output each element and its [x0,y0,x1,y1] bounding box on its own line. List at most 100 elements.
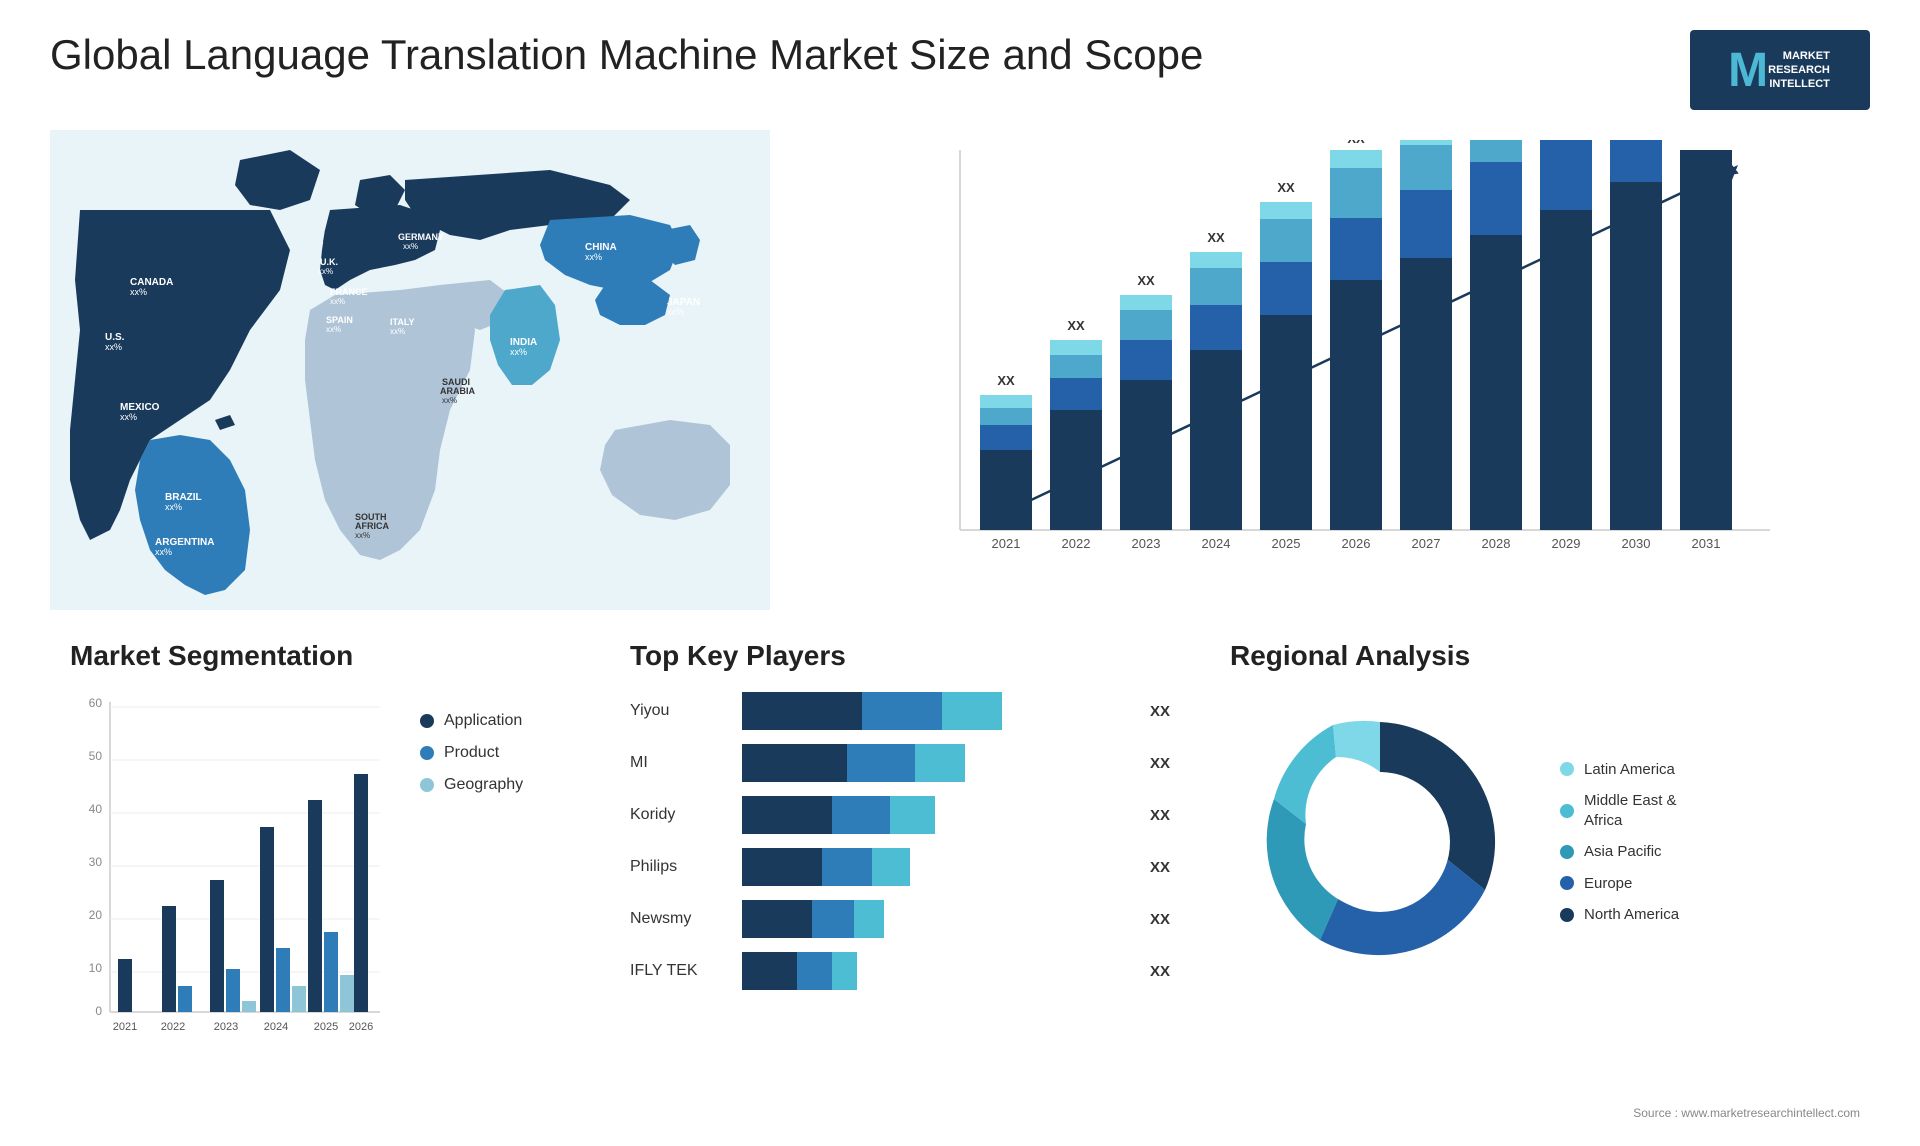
content-row2: Market Segmentation 60 50 40 30 20 10 0 [50,630,1870,1130]
map-section: CANADA xx% U.S. xx% MEXICO xx% BRAZIL xx… [50,130,770,610]
player-value-yiyou: XX [1150,703,1170,720]
svg-text:xx%: xx% [390,327,405,336]
content-row1: CANADA xx% U.S. xx% MEXICO xx% BRAZIL xx… [50,130,1870,610]
svg-text:2030: 2030 [1622,536,1651,551]
svg-text:0: 0 [95,1004,102,1018]
middle-east-dot [1560,804,1574,818]
svg-text:FRANCE: FRANCE [330,287,368,297]
svg-text:xx%: xx% [330,297,345,306]
player-value-philips: XX [1150,859,1170,876]
player-row-newsmy: Newsmy XX [630,900,1170,938]
svg-text:U.K.: U.K. [320,257,338,267]
player-bar-mi [742,744,1130,782]
reg-legend-north-america: North America [1560,905,1679,925]
svg-text:2023: 2023 [1132,536,1161,551]
segment-latin-america [1333,721,1380,772]
geography-label: Geography [444,776,523,794]
product-label: Product [444,744,499,762]
europe-dot [1560,876,1574,890]
svg-text:40: 40 [89,802,103,816]
svg-text:xx%: xx% [585,252,602,262]
player-bar-philips [742,848,1130,886]
svg-text:SPAIN: SPAIN [326,315,353,325]
header: Global Language Translation Machine Mark… [50,30,1870,110]
player-name-newsmy: Newsmy [630,910,730,928]
donut-container [1230,692,1530,992]
world-map-svg: CANADA xx% U.S. xx% MEXICO xx% BRAZIL xx… [50,130,770,610]
svg-text:GERMANY: GERMANY [398,232,444,242]
svg-text:XX: XX [997,373,1015,388]
svg-text:XX: XX [1347,140,1365,146]
svg-text:2022: 2022 [1062,536,1091,551]
logo-box: M MARKET RESEARCH INTELLECT [1690,30,1870,110]
svg-text:XX: XX [1137,273,1155,288]
seg-legend: Application Product Geography [420,692,523,794]
svg-text:XX: XX [1067,318,1085,333]
segmentation-title: Market Segmentation [70,640,570,672]
logo-text: MARKET RESEARCH INTELLECT [1768,49,1838,92]
svg-text:ITALY: ITALY [390,317,415,327]
svg-text:50: 50 [89,749,103,763]
segmentation-section: Market Segmentation 60 50 40 30 20 10 0 [50,630,590,1130]
player-row-koridy: Koridy XX [630,796,1170,834]
svg-text:2031: 2031 [1692,536,1721,551]
svg-text:xx%: xx% [318,267,333,276]
svg-text:xx%: xx% [120,412,137,422]
players-list: Yiyou XX MI XX [630,692,1170,990]
reg-legend-latin-america: Latin America [1560,760,1679,780]
player-name-philips: Philips [630,858,730,876]
europe-label: Europe [1584,874,1632,894]
donut-svg [1230,692,1530,992]
player-bar-yiyou [742,692,1130,730]
svg-text:20: 20 [89,908,103,922]
asia-pacific-dot [1560,845,1574,859]
bar-chart-svg: XX 2021 XX 2022 XX [850,140,1850,580]
player-row-mi: MI XX [630,744,1170,782]
application-dot [420,714,434,728]
key-players-section: Top Key Players Yiyou XX MI [610,630,1190,1130]
svg-text:2028: 2028 [1482,536,1511,551]
regional-content: Latin America Middle East & Africa Asia … [1230,692,1850,992]
svg-text:2021: 2021 [992,536,1021,551]
svg-text:XX: XX [1207,230,1225,245]
reg-legend-europe: Europe [1560,874,1679,894]
north-america-label: North America [1584,905,1679,925]
svg-text:60: 60 [89,696,103,710]
svg-text:XX: XX [1277,180,1295,195]
svg-text:xx%: xx% [442,396,457,405]
svg-text:xx%: xx% [403,242,418,251]
player-name-ifly: IFLY TEK [630,962,730,980]
svg-text:xx%: xx% [667,307,684,317]
svg-text:AFRICA: AFRICA [355,521,389,531]
svg-text:xx%: xx% [355,531,370,540]
regional-section: Regional Analysis [1210,630,1870,1130]
svg-text:10: 10 [89,961,103,975]
logo-letter: M [1722,43,1768,98]
reg-legend-middle-east: Middle East & Africa [1560,791,1679,830]
player-name-yiyou: Yiyou [630,702,730,720]
player-bar-newsmy [742,900,1130,938]
svg-text:ARABIA: ARABIA [440,386,475,396]
svg-text:2022: 2022 [161,1021,185,1033]
north-america-dot [1560,908,1574,922]
legend-geography: Geography [420,776,523,794]
svg-text:2029: 2029 [1552,536,1581,551]
player-value-koridy: XX [1150,807,1170,824]
svg-text:xx%: xx% [510,347,527,357]
svg-text:2024: 2024 [1202,536,1231,551]
geography-dot [420,778,434,792]
player-bar-ifly [742,952,1130,990]
svg-text:xx%: xx% [326,325,341,334]
regional-legend: Latin America Middle East & Africa Asia … [1560,760,1679,925]
middle-east-label: Middle East & Africa [1584,791,1677,830]
application-label: Application [444,712,522,730]
player-bar-koridy [742,796,1130,834]
svg-text:xx%: xx% [155,547,172,557]
svg-text:xx%: xx% [130,287,147,297]
player-value-mi: XX [1150,755,1170,772]
bar-chart-section: XX 2021 XX 2022 XX [790,130,1870,610]
key-players-title: Top Key Players [630,640,1170,672]
donut-hole [1310,772,1450,912]
logo-area: M MARKET RESEARCH INTELLECT [1690,30,1870,110]
latin-america-label: Latin America [1584,760,1675,780]
